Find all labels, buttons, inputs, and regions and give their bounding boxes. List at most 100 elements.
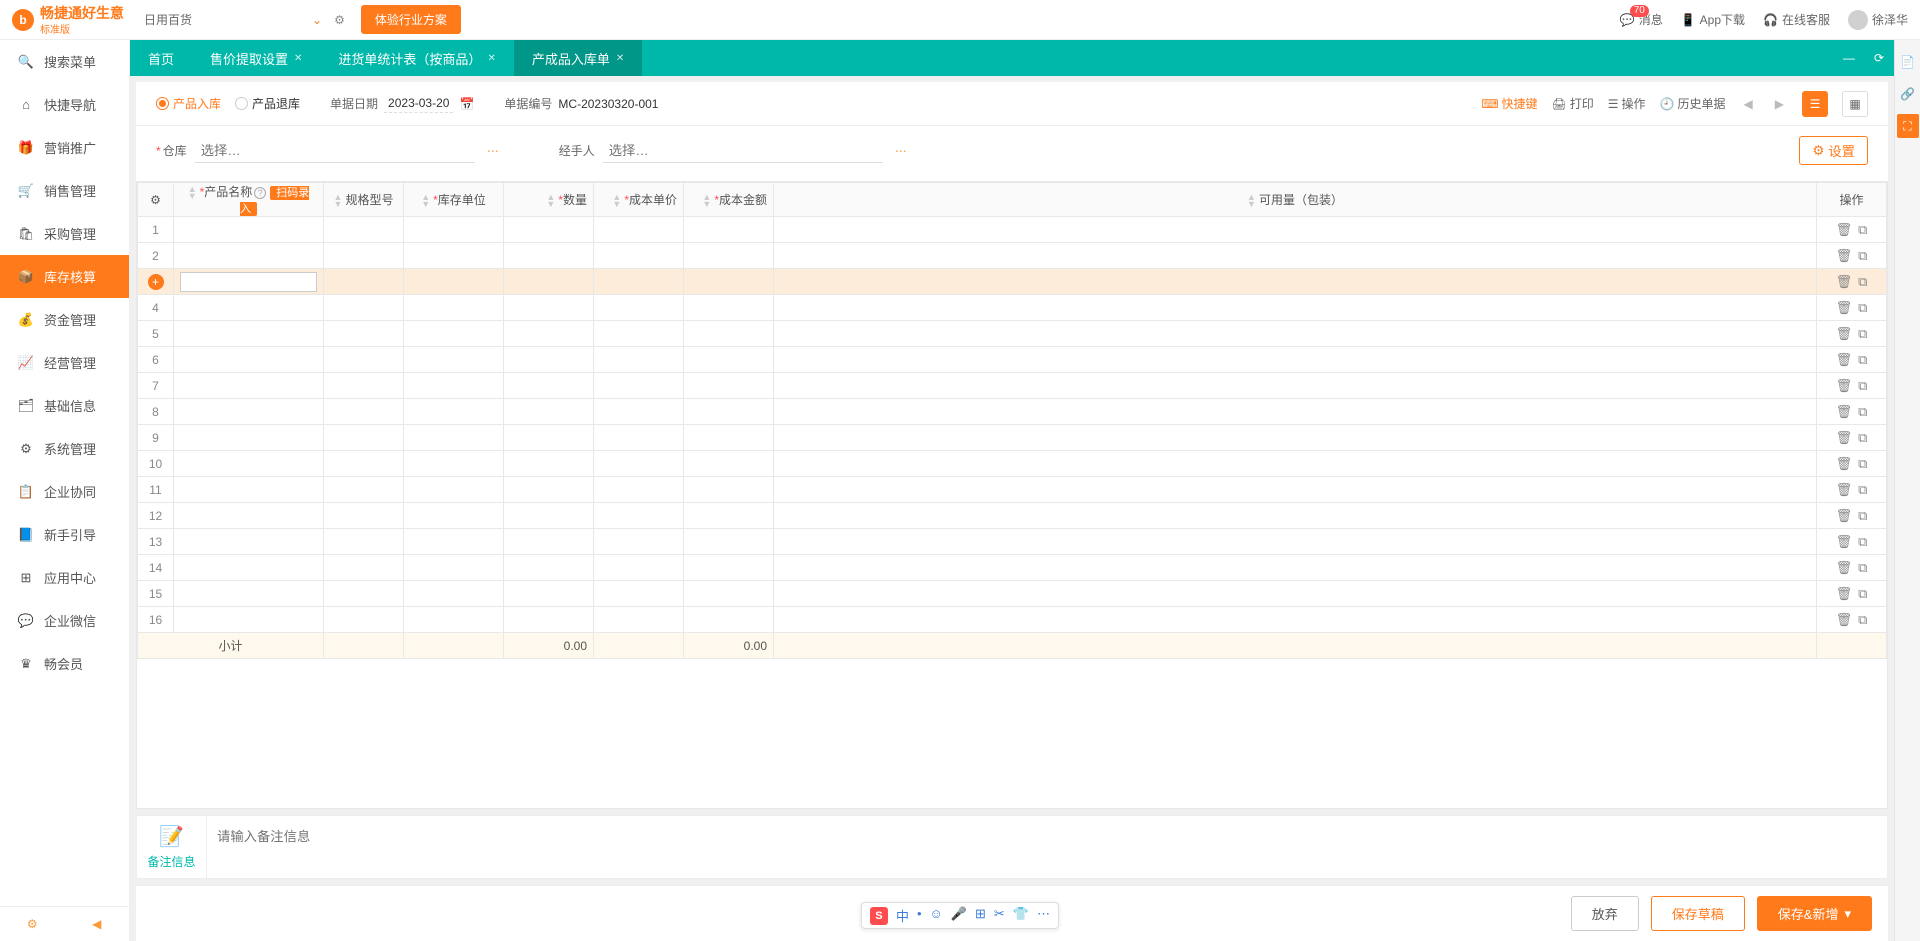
cell-available[interactable] — [774, 477, 1817, 503]
cell-amount[interactable] — [684, 295, 774, 321]
cell-available[interactable] — [774, 269, 1817, 295]
cell-unit[interactable] — [404, 399, 504, 425]
cell-price[interactable] — [594, 425, 684, 451]
cell-qty[interactable] — [504, 269, 594, 295]
next-doc-button[interactable]: ▶ — [1771, 97, 1788, 111]
table-row[interactable]: 9🗑⧉ — [138, 425, 1887, 451]
table-row[interactable]: 4🗑⧉ — [138, 295, 1887, 321]
delete-row-icon[interactable]: 🗑 — [1836, 352, 1853, 367]
column-spec[interactable]: ▲▼规格型号 — [324, 183, 404, 217]
cell-price[interactable] — [594, 555, 684, 581]
cell-unit[interactable] — [404, 607, 504, 633]
view-list-button[interactable]: ☰ — [1802, 91, 1828, 117]
copy-row-icon[interactable]: ⧉ — [1858, 222, 1867, 237]
copy-row-icon[interactable]: ⧉ — [1858, 378, 1867, 393]
cell-unit[interactable] — [404, 555, 504, 581]
delete-row-icon[interactable]: 🗑 — [1836, 222, 1853, 237]
column-amount[interactable]: ▲▼*成本金额 — [684, 183, 774, 217]
cell-unit[interactable] — [404, 347, 504, 373]
table-row[interactable]: 14🗑⧉ — [138, 555, 1887, 581]
ime-button[interactable]: • — [917, 906, 922, 925]
column-unit[interactable]: ▲▼*库存单位 — [404, 183, 504, 217]
cell-qty[interactable] — [504, 243, 594, 269]
table-row[interactable]: 10🗑⧉ — [138, 451, 1887, 477]
cell-qty[interactable] — [504, 347, 594, 373]
cell-product[interactable] — [174, 581, 324, 607]
column-qty[interactable]: ▲▼*数量 — [504, 183, 594, 217]
copy-row-icon[interactable]: ⧉ — [1858, 482, 1867, 497]
copy-row-icon[interactable]: ⧉ — [1858, 274, 1867, 289]
cell-unit[interactable] — [404, 425, 504, 451]
table-row[interactable]: 13🗑⧉ — [138, 529, 1887, 555]
delete-row-icon[interactable]: 🗑 — [1836, 404, 1853, 419]
cell-amount[interactable] — [684, 373, 774, 399]
cell-amount[interactable] — [684, 581, 774, 607]
copy-row-icon[interactable]: ⧉ — [1858, 456, 1867, 471]
cell-price[interactable] — [594, 373, 684, 399]
warehouse-input[interactable] — [195, 139, 475, 163]
ime-button[interactable]: ☺ — [930, 906, 943, 925]
delete-row-icon[interactable]: 🗑 — [1836, 274, 1853, 289]
handler-more-icon[interactable]: ⋯ — [895, 144, 907, 158]
messages-button[interactable]: 💬 消息 70 — [1620, 11, 1663, 28]
cell-price[interactable] — [594, 529, 684, 555]
cell-amount[interactable] — [684, 555, 774, 581]
cell-price[interactable] — [594, 347, 684, 373]
cell-unit[interactable] — [404, 503, 504, 529]
add-row-button[interactable]: + — [148, 274, 164, 290]
cell-qty[interactable] — [504, 217, 594, 243]
cell-spec[interactable] — [324, 217, 404, 243]
date-value[interactable]: 2023-03-20 — [384, 94, 453, 113]
cell-available[interactable] — [774, 373, 1817, 399]
cell-amount[interactable] — [684, 321, 774, 347]
sidebar-item[interactable]: 🎁营销推广 — [0, 126, 129, 169]
cell-spec[interactable] — [324, 321, 404, 347]
tab[interactable]: 售价提取设置✕ — [192, 40, 320, 76]
copy-row-icon[interactable]: ⧉ — [1858, 430, 1867, 445]
calendar-icon[interactable]: 📅 — [459, 97, 474, 111]
ime-button[interactable]: ⊞ — [975, 906, 986, 925]
cell-price[interactable] — [594, 269, 684, 295]
cell-price[interactable] — [594, 295, 684, 321]
delete-row-icon[interactable]: 🗑 — [1836, 586, 1853, 601]
cell-product[interactable] — [174, 477, 324, 503]
cell-qty[interactable] — [504, 529, 594, 555]
cell-unit[interactable] — [404, 295, 504, 321]
cell-amount[interactable] — [684, 477, 774, 503]
sidebar-item[interactable]: 📈经营管理 — [0, 341, 129, 384]
view-grid-button[interactable]: ▦ — [1842, 91, 1868, 117]
app-download-button[interactable]: 📱 App下载 — [1681, 11, 1745, 28]
cell-available[interactable] — [774, 321, 1817, 347]
cell-product[interactable] — [174, 607, 324, 633]
delete-row-icon[interactable]: 🗑 — [1836, 326, 1853, 341]
cell-unit[interactable] — [404, 451, 504, 477]
copy-row-icon[interactable]: ⧉ — [1858, 326, 1867, 341]
table-row[interactable]: 12🗑⧉ — [138, 503, 1887, 529]
table-row[interactable]: 5🗑⧉ — [138, 321, 1887, 347]
tab[interactable]: 产成品入库单✕ — [514, 40, 642, 76]
ime-toolbar[interactable]: S 中•☺🎤⊞✂👕⋯ — [861, 902, 1059, 929]
cell-amount[interactable] — [684, 347, 774, 373]
cell-qty[interactable] — [504, 607, 594, 633]
cell-available[interactable] — [774, 425, 1817, 451]
cell-available[interactable] — [774, 503, 1817, 529]
delete-row-icon[interactable]: 🗑 — [1836, 534, 1853, 549]
warehouse-more-icon[interactable]: ⋯ — [487, 144, 499, 158]
cell-product[interactable] — [174, 555, 324, 581]
cell-available[interactable] — [774, 607, 1817, 633]
ime-button[interactable]: ⋯ — [1037, 906, 1050, 925]
sidebar-item[interactable]: ⚙系统管理 — [0, 427, 129, 470]
remark-input[interactable] — [207, 816, 1887, 872]
cell-amount[interactable] — [684, 217, 774, 243]
cell-spec[interactable] — [324, 555, 404, 581]
rail-note-button[interactable]: 📄 — [1897, 50, 1919, 74]
cell-spec[interactable] — [324, 425, 404, 451]
column-product[interactable]: ▲▼*产品名称?扫码录入 — [174, 183, 324, 217]
cell-unit[interactable] — [404, 243, 504, 269]
cell-spec[interactable] — [324, 451, 404, 477]
store-selector[interactable]: 日用百货 ⌄ — [144, 11, 322, 28]
delete-row-icon[interactable]: 🗑 — [1836, 612, 1853, 627]
cell-unit[interactable] — [404, 373, 504, 399]
cell-qty[interactable] — [504, 373, 594, 399]
cell-qty[interactable] — [504, 581, 594, 607]
